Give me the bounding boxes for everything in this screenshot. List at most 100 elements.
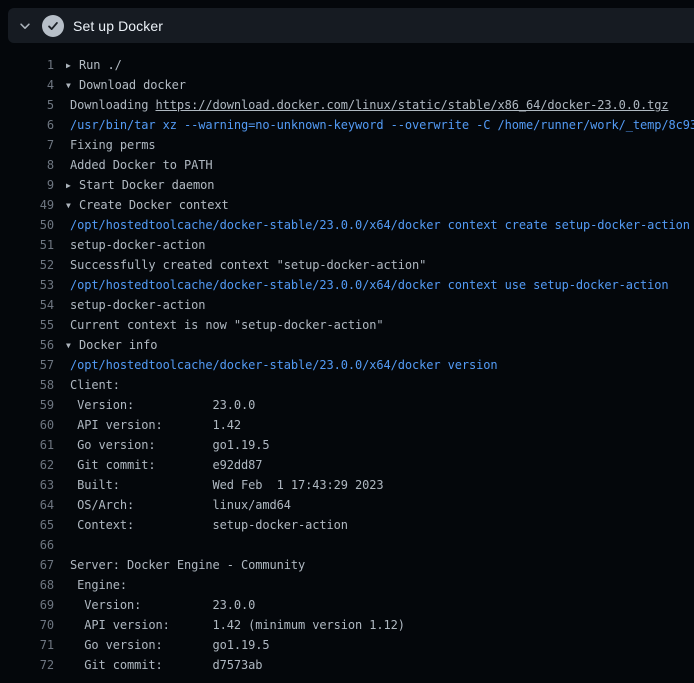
line-number[interactable]: 69: [0, 595, 54, 615]
log-command-text: /opt/hostedtoolcache/docker-stable/23.0.…: [70, 358, 497, 372]
log-line: 66: [0, 535, 694, 555]
log-line: 4 ▼Download docker: [0, 75, 694, 95]
log-line: 57/opt/hostedtoolcache/docker-stable/23.…: [0, 355, 694, 375]
line-number[interactable]: 68: [0, 575, 54, 595]
check-circle-icon: [42, 15, 64, 37]
log-text: API version: 1.42 (minimum version 1.12): [70, 618, 405, 632]
log-line: 64 OS/Arch: linux/amd64: [0, 495, 694, 515]
group-label[interactable]: Download docker: [79, 78, 186, 92]
log-text: Go version: go1.19.5: [70, 638, 270, 652]
line-number[interactable]: 56: [0, 335, 54, 355]
log-line: 55 Current context is now "setup-docker-a…: [0, 315, 694, 335]
collapse-group-arrow-icon[interactable]: ▼: [66, 76, 79, 95]
log-command-text: /opt/hostedtoolcache/docker-stable/23.0.…: [70, 218, 694, 232]
log-line: 7 Fixing perms: [0, 135, 694, 155]
log-text: API version: 1.42: [70, 418, 241, 432]
log-text: Version: 23.0.0: [70, 598, 255, 612]
expand-group-arrow-icon[interactable]: ▶: [66, 56, 79, 75]
line-number[interactable]: 57: [0, 355, 54, 375]
log-line: 71 Go version: go1.19.5: [0, 635, 694, 655]
expand-group-arrow-icon[interactable]: ▶: [66, 176, 79, 195]
line-number[interactable]: 7: [0, 135, 54, 155]
line-number[interactable]: 71: [0, 635, 54, 655]
group-label[interactable]: Create Docker context: [79, 198, 229, 212]
log-text: Git commit: e92dd87: [70, 458, 262, 472]
log-text: Added Docker to PATH: [70, 158, 213, 172]
line-number[interactable]: 6: [0, 115, 54, 135]
line-number[interactable]: 65: [0, 515, 54, 535]
log-line: 53/opt/hostedtoolcache/docker-stable/23.…: [0, 275, 694, 295]
log-line: 52 Successfully created context "setup-do…: [0, 255, 694, 275]
log-line: 67 Server: Docker Engine - Community: [0, 555, 694, 575]
log-line: 63 Built: Wed Feb 1 17:43:29 2023: [0, 475, 694, 495]
log-line: 1 ▶Run ./: [0, 55, 694, 75]
log-line: 62 Git commit: e92dd87: [0, 455, 694, 475]
log-line: 65 Context: setup-docker-action: [0, 515, 694, 535]
log-line: 8 Added Docker to PATH: [0, 155, 694, 175]
log-line: 49 ▼Create Docker context: [0, 195, 694, 215]
collapse-group-arrow-icon[interactable]: ▼: [66, 196, 79, 215]
log-text: setup-docker-action: [70, 298, 205, 312]
line-number[interactable]: 61: [0, 435, 54, 455]
log-line: 70 API version: 1.42 (minimum version 1.…: [0, 615, 694, 635]
log-viewer: 1▶Run ./4▼Download docker5Downloading ht…: [0, 44, 694, 683]
log-text: Server: Docker Engine - Community: [70, 558, 305, 572]
line-number[interactable]: 4: [0, 75, 54, 95]
log-text: Go version: go1.19.5: [70, 438, 270, 452]
log-text: Successfully created context "setup-dock…: [70, 258, 426, 272]
step-header[interactable]: Set up Docker: [8, 8, 694, 43]
log-line: 50/opt/hostedtoolcache/docker-stable/23.…: [0, 215, 694, 235]
log-lines: 1▶Run ./4▼Download docker5Downloading ht…: [0, 55, 694, 675]
line-number[interactable]: 58: [0, 375, 54, 395]
line-number[interactable]: 8: [0, 155, 54, 175]
log-text: Git commit: d7573ab: [70, 658, 262, 672]
step-title: Set up Docker: [73, 18, 163, 34]
line-number[interactable]: 52: [0, 255, 54, 275]
log-line: 51 setup-docker-action: [0, 235, 694, 255]
line-number[interactable]: 64: [0, 495, 54, 515]
line-number[interactable]: 9: [0, 175, 54, 195]
log-text: Client:: [70, 378, 120, 392]
line-number[interactable]: 67: [0, 555, 54, 575]
log-text: Context: setup-docker-action: [70, 518, 348, 532]
line-number[interactable]: 72: [0, 655, 54, 675]
line-number[interactable]: 60: [0, 415, 54, 435]
log-line: 58 Client:: [0, 375, 694, 395]
log-text: Current context is now "setup-docker-act…: [70, 318, 383, 332]
log-text: Version: 23.0.0: [70, 398, 255, 412]
collapse-group-arrow-icon[interactable]: ▼: [66, 336, 79, 355]
line-number[interactable]: 66: [0, 535, 54, 555]
line-number[interactable]: 53: [0, 275, 54, 295]
group-label[interactable]: Docker info: [79, 338, 157, 352]
log-text: Built: Wed Feb 1 17:43:29 2023: [70, 478, 383, 492]
log-line: 60 API version: 1.42: [0, 415, 694, 435]
log-text: Downloading: [70, 98, 156, 112]
chevron-down-icon[interactable]: [17, 18, 33, 34]
log-line: 59 Version: 23.0.0: [0, 395, 694, 415]
log-text: OS/Arch: linux/amd64: [70, 498, 291, 512]
line-number[interactable]: 55: [0, 315, 54, 335]
log-line: 6/usr/bin/tar xz --warning=no-unknown-ke…: [0, 115, 694, 135]
line-number[interactable]: 63: [0, 475, 54, 495]
log-line: 5 Downloading https://download.docker.com…: [0, 95, 694, 115]
log-text: Fixing perms: [70, 138, 156, 152]
log-line: 54 setup-docker-action: [0, 295, 694, 315]
log-command-text: /usr/bin/tar xz --warning=no-unknown-key…: [70, 118, 694, 132]
log-line: 9 ▶Start Docker daemon: [0, 175, 694, 195]
line-number[interactable]: 70: [0, 615, 54, 635]
log-text: setup-docker-action: [70, 238, 205, 252]
group-label[interactable]: Start Docker daemon: [79, 178, 214, 192]
log-line: 68 Engine:: [0, 575, 694, 595]
line-number[interactable]: 1: [0, 55, 54, 75]
group-label[interactable]: Run ./: [79, 58, 122, 72]
log-line: 61 Go version: go1.19.5: [0, 435, 694, 455]
log-text: Engine:: [70, 578, 127, 592]
line-number[interactable]: 62: [0, 455, 54, 475]
line-number[interactable]: 5: [0, 95, 54, 115]
line-number[interactable]: 50: [0, 215, 54, 235]
line-number[interactable]: 59: [0, 395, 54, 415]
line-number[interactable]: 54: [0, 295, 54, 315]
line-number[interactable]: 49: [0, 195, 54, 215]
log-link[interactable]: https://download.docker.com/linux/static…: [156, 98, 669, 112]
line-number[interactable]: 51: [0, 235, 54, 255]
